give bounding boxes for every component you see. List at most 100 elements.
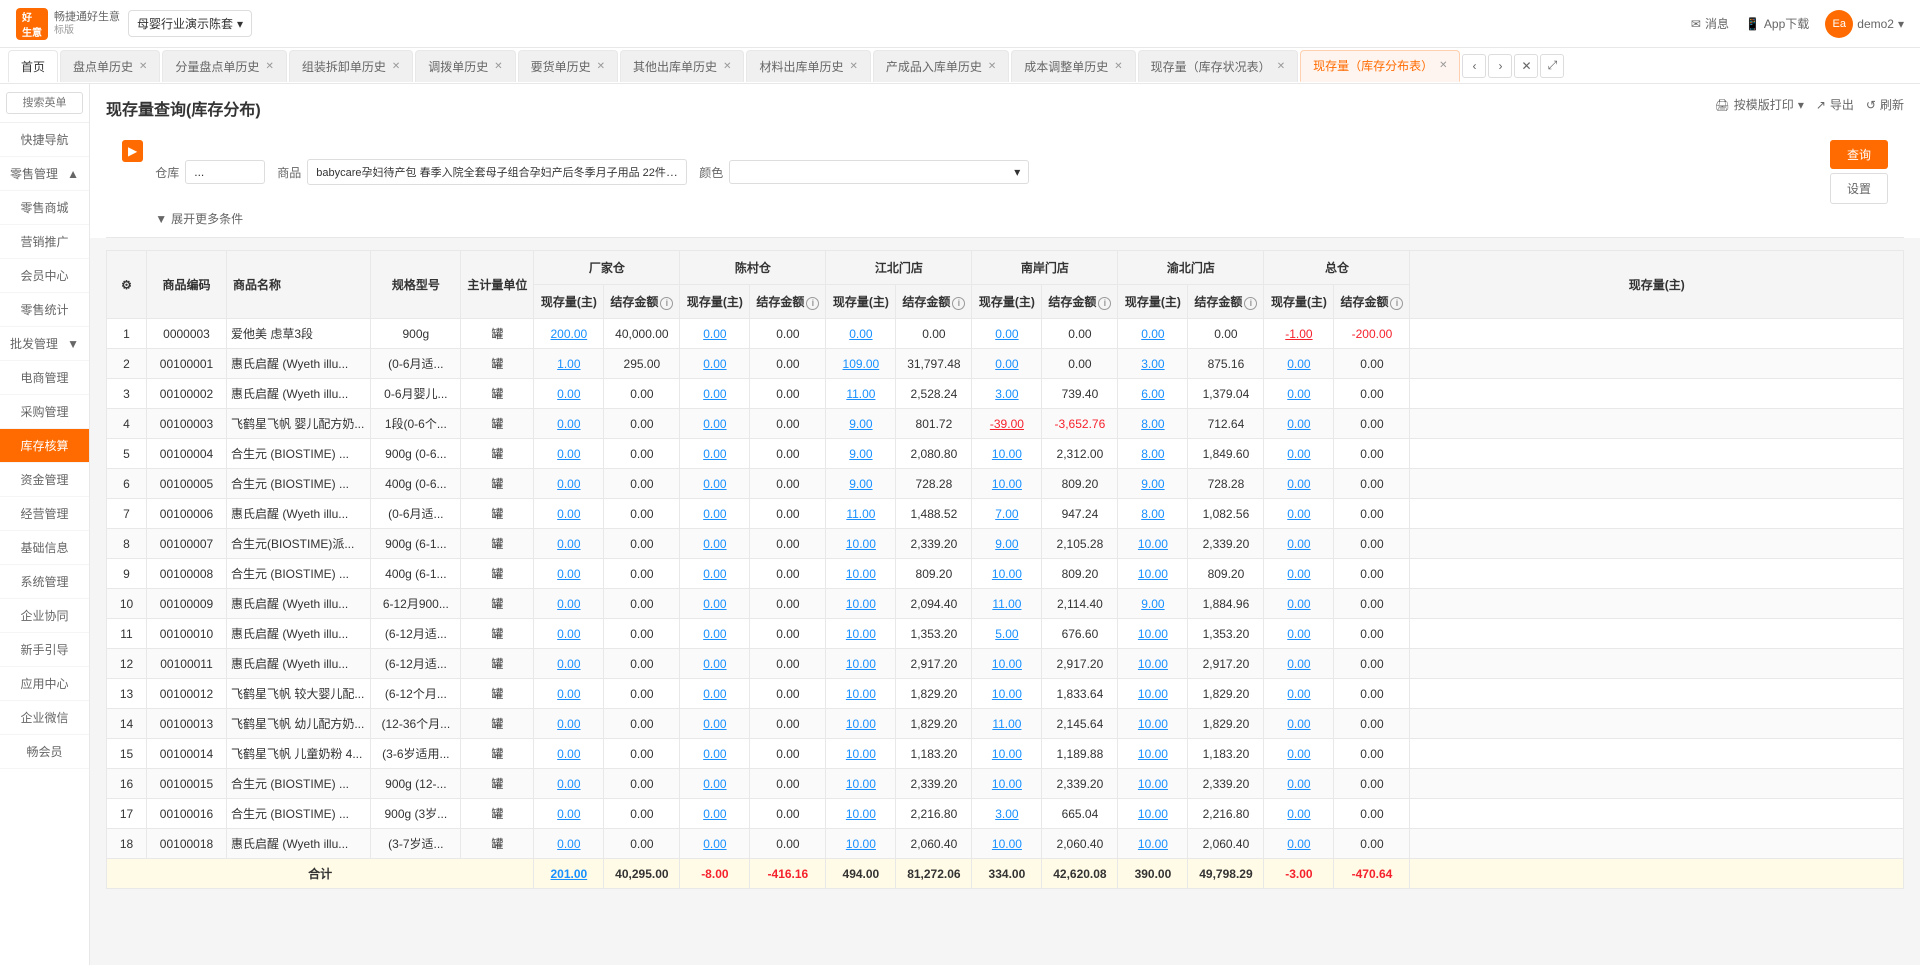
setting-button[interactable]: 设置 [1830, 173, 1888, 204]
sidebar-item-marketing[interactable]: 营销推广 [0, 225, 89, 259]
row-chen-qty[interactable]: 0.00 [680, 769, 750, 799]
row-total-qty[interactable]: 0.00 [1264, 799, 1334, 829]
row-yb-qty[interactable]: 10.00 [1118, 739, 1188, 769]
user-area[interactable]: Ea demo2 ▾ [1825, 10, 1904, 38]
sidebar-item-fan[interactable]: 畅会员 [0, 735, 89, 769]
sidebar-item-retail-stat[interactable]: 零售统计 [0, 293, 89, 327]
row-yb-qty[interactable]: 8.00 [1118, 499, 1188, 529]
sidebar-item-inventory[interactable]: 库存核算 [0, 429, 89, 463]
row-yb-qty[interactable]: 10.00 [1118, 529, 1188, 559]
row-chen-qty[interactable]: 0.00 [680, 649, 750, 679]
sidebar-item-ops[interactable]: 经营管理 [0, 497, 89, 531]
row-jb-qty[interactable]: 9.00 [826, 469, 896, 499]
industry-selector[interactable]: 母婴行业演示陈套 ▾ [128, 10, 252, 37]
row-na-qty[interactable]: 10.00 [972, 469, 1042, 499]
message-btn[interactable]: ✉ 消息 [1691, 15, 1729, 32]
row-jb-qty[interactable]: 10.00 [826, 649, 896, 679]
row-jb-qty[interactable]: 9.00 [826, 439, 896, 469]
row-na-qty[interactable]: 10.00 [972, 739, 1042, 769]
row-na-qty[interactable]: 10.00 [972, 679, 1042, 709]
sidebar-item-guide[interactable]: 新手引导 [0, 633, 89, 667]
row-total-qty[interactable]: 0.00 [1264, 409, 1334, 439]
row-na-qty[interactable]: 10.00 [972, 829, 1042, 859]
row-yb-qty[interactable]: 10.00 [1118, 709, 1188, 739]
row-jb-qty[interactable]: 0.00 [826, 319, 896, 349]
row-jb-qty[interactable]: 10.00 [826, 559, 896, 589]
row-total-qty[interactable]: 0.00 [1264, 439, 1334, 469]
print-btn[interactable]: 🖨 按模版打印 ▾ [1715, 96, 1804, 113]
tab-close-icon[interactable]: ✕ [988, 61, 996, 72]
tab-assembly-history[interactable]: 组装拆卸单历史 ✕ [289, 50, 413, 82]
row-fac-qty[interactable]: 0.00 [534, 709, 604, 739]
row-total-qty[interactable]: 0.00 [1264, 469, 1334, 499]
row-total-qty[interactable]: 0.00 [1264, 619, 1334, 649]
row-na-qty[interactable]: 11.00 [972, 709, 1042, 739]
row-chen-qty[interactable]: 0.00 [680, 679, 750, 709]
info-icon[interactable]: i [1244, 297, 1257, 310]
row-chen-qty[interactable]: 0.00 [680, 319, 750, 349]
refresh-btn[interactable]: ↺ 刷新 [1866, 96, 1904, 113]
row-yb-qty[interactable]: 10.00 [1118, 679, 1188, 709]
settings-icon[interactable]: ⚙ [121, 278, 132, 292]
sidebar-item-system[interactable]: 系统管理 [0, 565, 89, 599]
row-chen-qty[interactable]: 0.00 [680, 589, 750, 619]
row-na-qty[interactable]: 10.00 [972, 559, 1042, 589]
row-jb-qty[interactable]: 10.00 [826, 589, 896, 619]
goods-input[interactable]: babycare孕妇待产包 春季入院全套母子组合孕妇产后冬季月子用品 22件套 … [307, 159, 687, 185]
info-icon[interactable]: i [806, 297, 819, 310]
row-fac-qty[interactable]: 0.00 [534, 589, 604, 619]
tab-close-icon[interactable]: ✕ [849, 61, 857, 72]
row-yb-qty[interactable]: 6.00 [1118, 379, 1188, 409]
color-input[interactable]: ▾ [729, 160, 1029, 184]
tab-close-icon[interactable]: ✕ [1114, 61, 1122, 72]
tab-material-history[interactable]: 材料出库单历史 ✕ [746, 50, 870, 82]
tab-outbound-history[interactable]: 其他出库单历史 ✕ [620, 50, 744, 82]
tab-inventory-history[interactable]: 盘点单历史 ✕ [60, 50, 160, 82]
row-na-qty[interactable]: 3.00 [972, 379, 1042, 409]
row-total-qty[interactable]: 0.00 [1264, 829, 1334, 859]
row-fac-qty[interactable]: 200.00 [534, 319, 604, 349]
row-chen-qty[interactable]: 0.00 [680, 709, 750, 739]
tab-home[interactable]: 首页 [8, 50, 58, 82]
sidebar-item-ecom[interactable]: 电商管理 [0, 361, 89, 395]
row-yb-qty[interactable]: 8.00 [1118, 409, 1188, 439]
sidebar-item-retail-shop[interactable]: 零售商城 [0, 191, 89, 225]
tab-close-icon[interactable]: ✕ [1439, 60, 1447, 71]
row-total-qty[interactable]: 0.00 [1264, 379, 1334, 409]
row-chen-qty[interactable]: 0.00 [680, 559, 750, 589]
row-yb-qty[interactable]: 10.00 [1118, 649, 1188, 679]
app-download-btn[interactable]: 📱 App下载 [1745, 15, 1809, 32]
row-na-qty[interactable]: 5.00 [972, 619, 1042, 649]
info-icon[interactable]: i [660, 297, 673, 310]
tab-prev-btn[interactable]: ‹ [1462, 54, 1486, 78]
sidebar-item-basic[interactable]: 基础信息 [0, 531, 89, 565]
row-jb-qty[interactable]: 10.00 [826, 769, 896, 799]
row-fac-qty[interactable]: 0.00 [534, 559, 604, 589]
row-jb-qty[interactable]: 10.00 [826, 739, 896, 769]
row-yb-qty[interactable]: 10.00 [1118, 829, 1188, 859]
tab-close-icon[interactable]: ✕ [597, 61, 605, 72]
row-fac-qty[interactable]: 0.00 [534, 439, 604, 469]
filter-toggle-btn[interactable]: ▶ [122, 140, 143, 162]
row-fac-qty[interactable]: 0.00 [534, 619, 604, 649]
row-yb-qty[interactable]: 10.00 [1118, 619, 1188, 649]
row-jb-qty[interactable]: 10.00 [826, 799, 896, 829]
row-fac-qty[interactable]: 0.00 [534, 649, 604, 679]
row-na-qty[interactable]: 0.00 [972, 349, 1042, 379]
tab-expand-btn[interactable]: ⤢ [1540, 54, 1564, 78]
row-na-qty[interactable]: 9.00 [972, 529, 1042, 559]
warehouse-input[interactable]: ... [185, 160, 265, 184]
row-chen-qty[interactable]: 0.00 [680, 379, 750, 409]
info-icon[interactable]: i [1390, 297, 1403, 310]
export-btn[interactable]: ↗ 导出 [1816, 96, 1854, 113]
row-chen-qty[interactable]: 0.00 [680, 529, 750, 559]
sidebar-item-wechat[interactable]: 企业微信 [0, 701, 89, 735]
row-chen-qty[interactable]: 0.00 [680, 829, 750, 859]
row-yb-qty[interactable]: 10.00 [1118, 559, 1188, 589]
row-chen-qty[interactable]: 0.00 [680, 499, 750, 529]
row-na-qty[interactable]: -39.00 [972, 409, 1042, 439]
sidebar-item-shortcut[interactable]: 快捷导航 [0, 123, 89, 157]
row-jb-qty[interactable]: 109.00 [826, 349, 896, 379]
row-fac-qty[interactable]: 0.00 [534, 679, 604, 709]
row-fac-qty[interactable]: 0.00 [534, 409, 604, 439]
